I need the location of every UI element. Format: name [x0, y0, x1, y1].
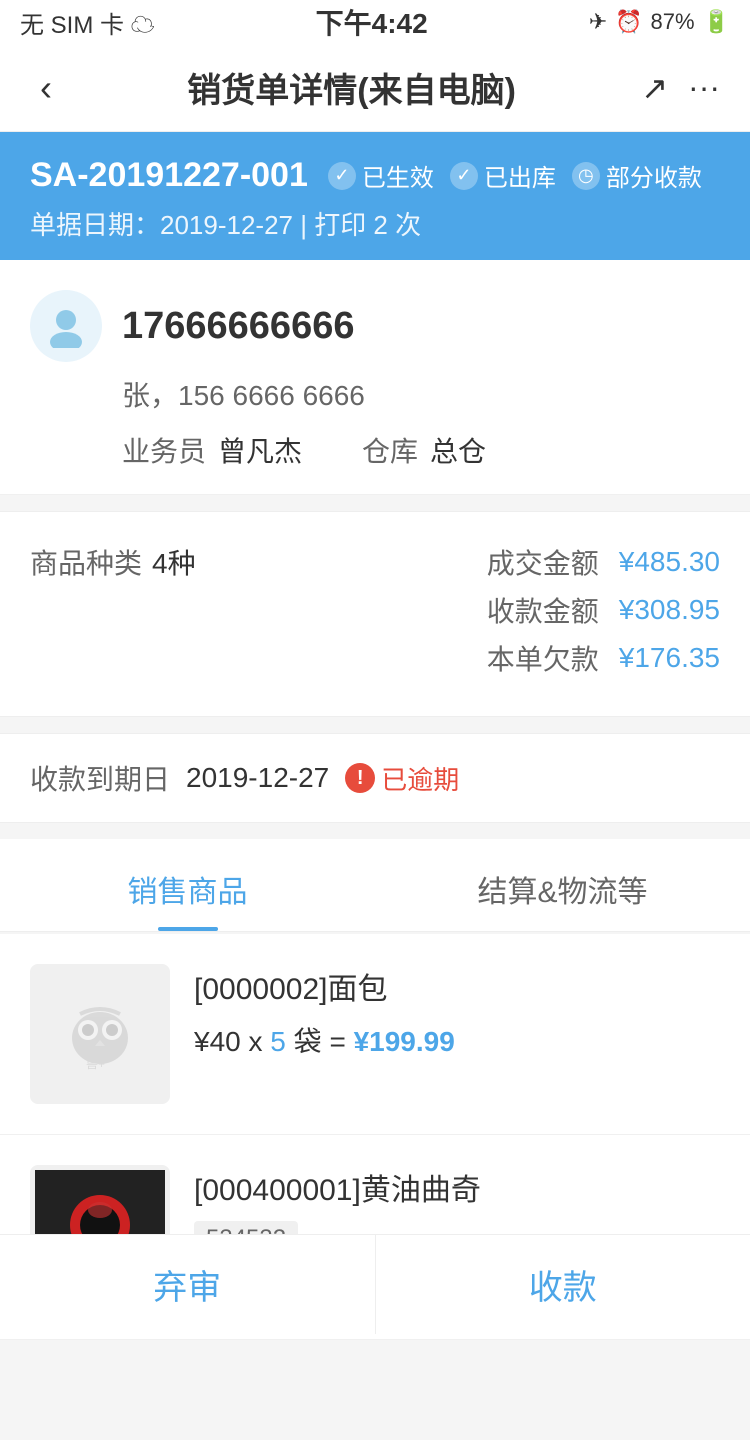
- received-row: 收款金额 ¥308.95: [487, 590, 720, 630]
- overdue-text: 已逾期: [381, 760, 459, 797]
- product-total-1: ¥199.99: [354, 1026, 455, 1057]
- status-time: 下午4:42: [316, 2, 428, 42]
- summary-section: 商品种类 4种 成交金额 ¥485.30 收款金额 ¥308.95 本单欠款 ¥…: [0, 511, 750, 717]
- salesperson-value: 曾凡杰: [218, 430, 302, 470]
- product-qty-1: 5: [270, 1026, 286, 1057]
- bottom-bar: 弃审 收款: [0, 1234, 750, 1334]
- customer-row: 17666666666: [30, 290, 720, 362]
- summary-kinds: 商品种类 4种: [30, 542, 196, 582]
- customer-sub: 张，156 6666 6666: [30, 374, 720, 414]
- product-unit-1: 袋: [294, 1026, 322, 1057]
- tab-sales-label: 销售商品: [128, 876, 248, 909]
- order-id: SA-20191227-001: [30, 156, 308, 195]
- due-date: 2019-12-27: [186, 762, 329, 794]
- tab-settlement-label: 结算&物流等: [477, 876, 647, 909]
- summary-right: 成交金额 ¥485.30 收款金额 ¥308.95 本单欠款 ¥176.35: [487, 542, 720, 686]
- kinds-label: 商品种类: [30, 542, 142, 582]
- kinds-value: 4种: [152, 542, 196, 582]
- clock-icon: ◷: [572, 162, 600, 190]
- badge-effective: ✓ 已生效: [328, 158, 434, 193]
- cancel-review-label: 弃审: [153, 1260, 221, 1309]
- battery-icon: 🔋: [703, 9, 730, 35]
- tab-settlement[interactable]: 结算&物流等: [375, 839, 750, 931]
- warehouse-value: 总仓: [430, 430, 486, 470]
- product-info-1: [0000002]面包 ¥40 x 5 袋 = ¥199.99: [194, 964, 720, 1060]
- location-icon: ✈: [589, 9, 607, 35]
- banner-badges: ✓ 已生效 ✓ 已出库 ◷ 部分收款: [328, 158, 702, 193]
- product-name-2: [000400001]黄油曲奇: [194, 1165, 720, 1209]
- deal-amount-row: 成交金额 ¥485.30: [487, 542, 720, 582]
- product-equals-1: =: [329, 1026, 353, 1057]
- customer-section: 17666666666 张，156 6666 6666 业务员 曾凡杰 仓库 总…: [0, 260, 750, 495]
- received-value: ¥308.95: [619, 594, 720, 626]
- payment-button[interactable]: 收款: [376, 1235, 750, 1334]
- alarm-icon: ⏰: [615, 9, 642, 35]
- more-icon[interactable]: ···: [688, 69, 720, 106]
- status-bar: 无 SIM 卡 ☁ 下午4:42 ✈ ⏰ 87% 🔋: [0, 0, 750, 44]
- badge-partial-label: 部分收款: [606, 158, 702, 193]
- sim-status: 无 SIM 卡 ☁: [20, 5, 155, 40]
- banner-row1: SA-20191227-001 ✓ 已生效 ✓ 已出库 ◷ 部分收款: [30, 156, 720, 195]
- summary-left: 商品种类 4种: [30, 542, 196, 582]
- deal-amount-label: 成交金额: [487, 542, 599, 582]
- nav-actions: ↗ ···: [641, 69, 720, 107]
- owe-row: 本单欠款 ¥176.35: [487, 638, 720, 678]
- badge-effective-label: 已生效: [362, 158, 434, 193]
- tabs-section: 销售商品 结算&物流等: [0, 839, 750, 932]
- salesperson-label: 业务员: [122, 430, 206, 470]
- badge-partial-pay: ◷ 部分收款: [572, 158, 702, 193]
- product-thumb-1: 兽+: [30, 964, 170, 1104]
- salesperson-item: 业务员 曾凡杰: [122, 430, 302, 470]
- product-item-1: 兽+ [0000002]面包 ¥40 x 5 袋 = ¥199.99: [0, 934, 750, 1135]
- avatar: [30, 290, 102, 362]
- customer-meta: 业务员 曾凡杰 仓库 总仓: [30, 430, 720, 470]
- cancel-review-button[interactable]: 弃审: [0, 1235, 376, 1334]
- deal-amount-value: ¥485.30: [619, 546, 720, 578]
- share-icon[interactable]: ↗: [641, 69, 668, 107]
- battery-level: 87%: [651, 9, 695, 35]
- warehouse-label: 仓库: [362, 430, 418, 470]
- status-right: ✈ ⏰ 87% 🔋: [589, 9, 730, 35]
- owe-label: 本单欠款: [487, 638, 599, 678]
- due-label: 收款到期日: [30, 758, 170, 798]
- banner-doc-date: 单据日期：2019-12-27 | 打印 2 次: [30, 205, 720, 242]
- status-left: 无 SIM 卡 ☁: [20, 5, 155, 40]
- header-banner: SA-20191227-001 ✓ 已生效 ✓ 已出库 ◷ 部分收款 单据日期：…: [0, 132, 750, 260]
- summary-row: 商品种类 4种 成交金额 ¥485.30 收款金额 ¥308.95 本单欠款 ¥…: [30, 542, 720, 686]
- tab-sales-products[interactable]: 销售商品: [0, 839, 375, 931]
- overdue-badge: ! 已逾期: [345, 760, 459, 797]
- customer-name: 17666666666: [122, 305, 354, 348]
- badge-shipped-label: 已出库: [484, 158, 556, 193]
- back-button[interactable]: ‹: [30, 57, 62, 119]
- svg-text:兽+: 兽+: [86, 1057, 105, 1071]
- product-price-1: ¥40 x 5 袋 = ¥199.99: [194, 1020, 720, 1060]
- check-icon-1: ✓: [328, 162, 356, 190]
- page-title: 销货单详情(来自电脑): [62, 63, 641, 112]
- due-section: 收款到期日 2019-12-27 ! 已逾期: [0, 733, 750, 823]
- nav-bar: ‹ 销货单详情(来自电脑) ↗ ···: [0, 44, 750, 132]
- check-icon-2: ✓: [450, 162, 478, 190]
- owe-value: ¥176.35: [619, 642, 720, 674]
- payment-label: 收款: [529, 1260, 597, 1309]
- badge-shipped: ✓ 已出库: [450, 158, 556, 193]
- product-name-1: [0000002]面包: [194, 964, 720, 1008]
- received-label: 收款金额: [487, 590, 599, 630]
- tabs-row: 销售商品 结算&物流等: [0, 839, 750, 931]
- product-price-val-1: ¥40: [194, 1026, 241, 1057]
- product-multiply-1: x: [249, 1026, 271, 1057]
- warehouse-item: 仓库 总仓: [362, 430, 486, 470]
- overdue-icon: !: [345, 763, 375, 793]
